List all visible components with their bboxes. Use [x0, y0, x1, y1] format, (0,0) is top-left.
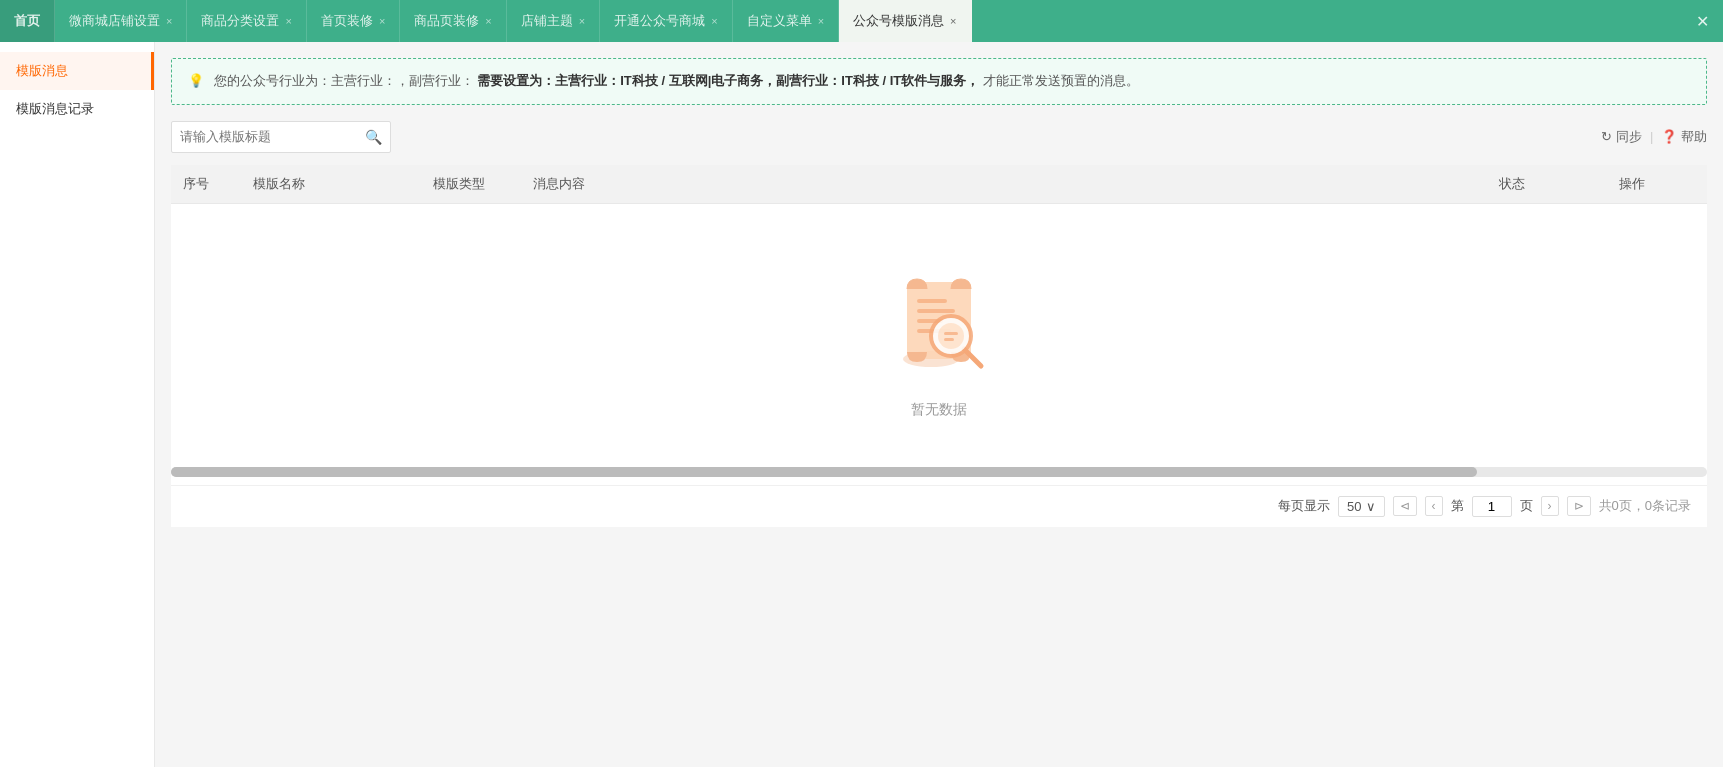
per-page-value: 50 — [1347, 499, 1361, 514]
scroll-thumb — [171, 467, 1477, 477]
empty-state-row: 暂无数据 — [171, 203, 1707, 459]
search-icon[interactable]: 🔍 — [365, 129, 382, 145]
close-all-icon: ✕ — [1696, 13, 1709, 30]
nav-tab-product-page-decor[interactable]: 商品页装修 × — [400, 0, 506, 42]
table-header-row: 序号 模版名称 模版类型 消息内容 状态 操作 — [171, 165, 1707, 204]
help-button[interactable]: ❓ 帮助 — [1661, 128, 1707, 146]
page-total: 共0页，0条记录 — [1599, 497, 1691, 515]
main-layout: 模版消息 模版消息记录 💡 您的公众号行业为：主营行业：，副营行业： 需要设置为… — [0, 42, 1723, 767]
close-shop-settings[interactable]: × — [166, 15, 172, 27]
help-label: 帮助 — [1681, 129, 1707, 144]
nav-tab-custom-menu[interactable]: 自定义菜单 × — [733, 0, 839, 42]
nav-tab-product-category[interactable]: 商品分类设置 × — [187, 0, 306, 42]
page-label: 第 — [1451, 497, 1464, 515]
help-icon: ❓ — [1661, 129, 1677, 144]
pagination: 每页显示 50 ∨ ⊲ ‹ 第 页 › ⊳ 共0页，0条记录 — [171, 485, 1707, 527]
nav-tab-homepage-decor[interactable]: 首页装修 × — [307, 0, 400, 42]
svg-rect-2 — [917, 309, 955, 313]
last-page-button[interactable]: ⊳ — [1567, 496, 1591, 516]
notice-box: 💡 您的公众号行业为：主营行业：，副营行业： 需要设置为：主营行业：IT科技 /… — [171, 58, 1707, 105]
shop-theme-label: 店铺主题 — [521, 12, 573, 30]
close-product-page-decor[interactable]: × — [485, 15, 491, 27]
template-message-tab-label: 公众号模版消息 — [853, 12, 944, 30]
scroll-track — [171, 467, 1707, 477]
per-page-chevron-down-icon: ∨ — [1366, 499, 1376, 514]
col-name: 模版名称 — [241, 165, 421, 204]
search-input-wrap[interactable]: 🔍 — [171, 121, 391, 153]
nav-tab-home[interactable]: 首页 — [0, 0, 55, 42]
toolbar-right: ↻ 同步 | ❓ 帮助 — [1601, 128, 1707, 146]
col-index: 序号 — [171, 165, 241, 204]
svg-rect-9 — [944, 338, 954, 341]
empty-state: 暂无数据 — [171, 204, 1707, 459]
empty-icon-wrap — [171, 264, 1707, 387]
notice-highlight: 需要设置为：主营行业：IT科技 / 互联网|电子商务，副营行业：IT科技 / I… — [477, 73, 979, 88]
nav-tab-open-public-shop[interactable]: 开通公众号商城 × — [600, 0, 732, 42]
close-product-category[interactable]: × — [285, 15, 291, 27]
content-area: 💡 您的公众号行业为：主营行业：，副营行业： 需要设置为：主营行业：IT科技 /… — [155, 42, 1723, 767]
svg-rect-1 — [917, 299, 947, 303]
empty-state-illustration — [879, 264, 999, 384]
first-page-button[interactable]: ⊲ — [1393, 496, 1417, 516]
shop-settings-label: 微商城店铺设置 — [69, 12, 160, 30]
sidebar-template-message-log-label: 模版消息记录 — [16, 101, 94, 116]
next-page-button[interactable]: › — [1541, 496, 1559, 516]
toolbar-divider: | — [1650, 129, 1653, 144]
home-tab-label: 首页 — [14, 12, 40, 30]
close-open-public-shop[interactable]: × — [711, 15, 717, 27]
nav-tab-shop-theme[interactable]: 店铺主题 × — [507, 0, 600, 42]
open-public-shop-label: 开通公众号商城 — [614, 12, 705, 30]
search-bar: 🔍 ↻ 同步 | ❓ 帮助 — [171, 121, 1707, 153]
page-unit: 页 — [1520, 497, 1533, 515]
empty-state-text: 暂无数据 — [171, 401, 1707, 419]
per-page-select[interactable]: 50 ∨ — [1338, 496, 1384, 517]
nav-tab-template-message[interactable]: 公众号模版消息 × — [839, 0, 971, 42]
current-page-input[interactable] — [1472, 496, 1512, 517]
product-category-label: 商品分类设置 — [201, 12, 279, 30]
col-status: 状态 — [1487, 165, 1607, 204]
custom-menu-label: 自定义菜单 — [747, 12, 812, 30]
svg-rect-8 — [944, 332, 958, 335]
sync-label: 同步 — [1616, 129, 1642, 144]
sidebar-template-message-label: 模版消息 — [16, 63, 68, 78]
close-template-message[interactable]: × — [950, 15, 956, 27]
homepage-decor-label: 首页装修 — [321, 12, 373, 30]
sidebar-item-template-message-log[interactable]: 模版消息记录 — [0, 90, 154, 128]
notice-suffix: 才能正常发送预置的消息。 — [983, 73, 1139, 88]
horizontal-scrollbar[interactable] — [171, 459, 1707, 485]
notice-icon: 💡 — [188, 73, 204, 88]
data-table: 序号 模版名称 模版类型 消息内容 状态 操作 — [171, 165, 1707, 459]
nav-tab-shop-settings[interactable]: 微商城店铺设置 × — [55, 0, 187, 42]
product-page-decor-label: 商品页装修 — [414, 12, 479, 30]
sidebar: 模版消息 模版消息记录 — [0, 42, 155, 767]
col-content: 消息内容 — [521, 165, 1487, 204]
col-type: 模版类型 — [421, 165, 521, 204]
close-shop-theme[interactable]: × — [579, 15, 585, 27]
close-homepage-decor[interactable]: × — [379, 15, 385, 27]
close-all-button[interactable]: ✕ — [1682, 12, 1723, 31]
per-page-label: 每页显示 — [1278, 497, 1330, 515]
svg-point-7 — [938, 323, 964, 349]
top-nav: 首页 微商城店铺设置 × 商品分类设置 × 首页装修 × 商品页装修 × 店铺主… — [0, 0, 1723, 42]
sidebar-item-template-message[interactable]: 模版消息 — [0, 52, 154, 90]
sync-button[interactable]: ↻ 同步 — [1601, 128, 1642, 146]
sync-icon: ↻ — [1601, 129, 1612, 144]
col-action: 操作 — [1607, 165, 1707, 204]
search-input[interactable] — [180, 129, 365, 144]
notice-prefix: 您的公众号行业为：主营行业：，副营行业： — [214, 73, 474, 88]
prev-page-button[interactable]: ‹ — [1425, 496, 1443, 516]
close-custom-menu[interactable]: × — [818, 15, 824, 27]
